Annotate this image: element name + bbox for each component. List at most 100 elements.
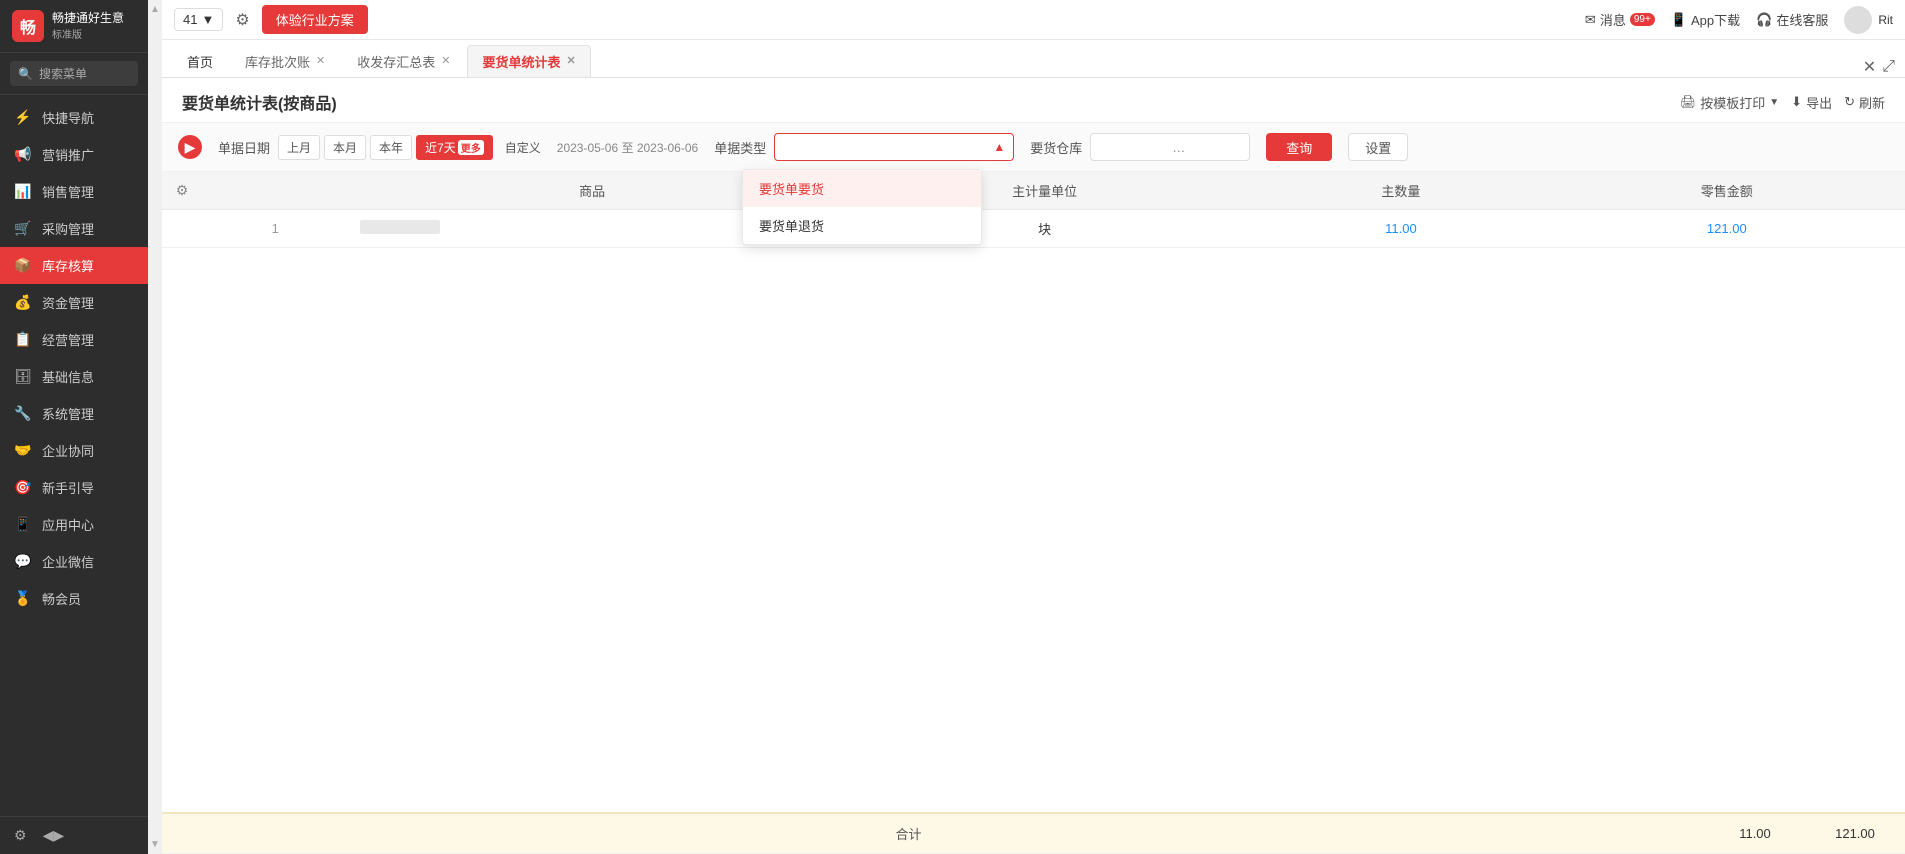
quantity-link[interactable]: 11.00: [1385, 221, 1417, 236]
sidebar-item-guide[interactable]: 🎯新手引导: [0, 469, 148, 506]
top-bar-left: 41 ▼ ⚙ 体验行业方案: [174, 5, 368, 34]
app-icon: 📱: [1671, 12, 1687, 28]
tab-home[interactable]: 首页: [172, 45, 228, 77]
table-settings-icon[interactable]: ⚙: [176, 182, 189, 198]
tab-close-shipment-summary[interactable]: ✕: [441, 56, 450, 67]
sidebar-scroll[interactable]: ▲ ▼: [148, 0, 162, 854]
total-label: 合计: [232, 814, 1585, 854]
nav-icon-finance: 💰: [14, 294, 32, 312]
nav-icon-enterprise: 🤝: [14, 442, 32, 460]
nav-label-purchase: 采购管理: [42, 219, 94, 238]
page-inner: 要货单统计表(按商品) 🖨 按模板打印 ▼ ⬇ 导出 ↻ 刷新: [162, 78, 1905, 854]
nav-icon-marketing: 📢: [14, 146, 32, 164]
sidebar-item-finance[interactable]: 💰资金管理: [0, 284, 148, 321]
top-bar: 41 ▼ ⚙ 体验行业方案 ✉ 消息 99+ 📱 App下载 🎧 在线客服 R: [162, 0, 1905, 40]
type-select-input[interactable]: [783, 140, 993, 155]
set-btn[interactable]: 设置: [1348, 133, 1408, 161]
custom-date-btn[interactable]: 自定义: [497, 136, 549, 159]
tab-label-order-summary: 要货单统计表: [482, 52, 560, 71]
refresh-btn[interactable]: ↻ 刷新: [1844, 93, 1885, 112]
store-selector[interactable]: 41 ▼: [174, 8, 223, 31]
dropdown-item-order-return[interactable]: 要货单退货: [743, 207, 981, 244]
warehouse-more-icon[interactable]: …: [1172, 140, 1241, 155]
table-body: 1 块 11.00 121.00: [162, 210, 1905, 248]
type-select[interactable]: ▲: [774, 133, 1014, 161]
tab-order-summary[interactable]: 要货单统计表 ✕: [467, 45, 590, 77]
data-table: ⚙ 商品 主计量单位 主数量 零售金额 1 块 11.00: [162, 172, 1905, 248]
nav-icon-inventory: 📦: [14, 257, 32, 275]
last-month-btn[interactable]: 上月: [278, 135, 320, 160]
sidebar-item-appstore[interactable]: 📱应用中心: [0, 506, 148, 543]
settings-icon[interactable]: ⚙: [14, 827, 27, 844]
sidebar-item-operation[interactable]: 📋经营管理: [0, 321, 148, 358]
sidebar-item-purchase[interactable]: 🛒采购管理: [0, 210, 148, 247]
print-template-btn[interactable]: 🖨 按模板打印 ▼: [1680, 93, 1779, 112]
trial-btn[interactable]: 体验行业方案: [262, 5, 368, 34]
nav-icon-operation: 📋: [14, 331, 32, 349]
nav-icon-system: 🔧: [14, 405, 32, 423]
sidebar-item-quick-nav[interactable]: ⚡快捷导航: [0, 99, 148, 136]
row-quantity: 11.00: [1253, 210, 1548, 248]
total-amount: 121.00: [1805, 814, 1905, 854]
tab-inventory-batch[interactable]: 库存批次账✕: [230, 45, 340, 77]
sidebar-item-sales[interactable]: 📊 销售管理: [0, 173, 148, 210]
sidebar-item-membership[interactable]: 🏅畅会员: [0, 580, 148, 617]
sidebar-item-wechat[interactable]: 💬企业微信: [0, 543, 148, 580]
date-range-text: 2023-05-06 至 2023-06-06: [557, 139, 698, 156]
total-empty-1: [162, 814, 192, 854]
tab-label-home: 首页: [187, 52, 213, 71]
recent-7-btn[interactable]: 近7天 更多: [416, 135, 493, 160]
user-info[interactable]: Rit: [1844, 6, 1893, 34]
sidebar-item-marketing[interactable]: 📢营销推广: [0, 136, 148, 173]
type-filter-group: 单据类型 ▲: [714, 133, 1014, 161]
store-selector-chevron: ▼: [201, 12, 214, 27]
nav-label-inventory: 库存核算: [42, 256, 94, 275]
warehouse-select[interactable]: …: [1090, 133, 1250, 161]
nav-label-sales: 销售管理: [42, 182, 94, 201]
topbar-settings-icon[interactable]: ⚙: [231, 6, 253, 34]
service-icon: 🎧: [1756, 12, 1772, 28]
nav-icon-appstore: 📱: [14, 516, 32, 534]
amount-link[interactable]: 121.00: [1707, 221, 1747, 236]
tab-bar-right: ✕ ⤢: [1863, 57, 1895, 77]
this-year-btn[interactable]: 本年: [370, 135, 412, 160]
app-download-btn[interactable]: 📱 App下载: [1671, 10, 1740, 29]
expand-tabs-btn[interactable]: ⤢: [1882, 58, 1895, 76]
collapse-icon[interactable]: ◀▶: [43, 827, 65, 844]
type-filter-label: 单据类型: [714, 138, 766, 157]
table-rownum-header: [202, 172, 348, 210]
tab-close-inventory-batch[interactable]: ✕: [316, 56, 325, 67]
tab-bar: 首页库存批次账✕收发存汇总表✕ 要货单统计表 ✕ ✕ ⤢: [162, 40, 1905, 78]
product-placeholder: [360, 220, 440, 234]
nav-label-wechat: 企业微信: [42, 552, 94, 571]
tab-shipment-summary[interactable]: 收发存汇总表✕: [342, 45, 465, 77]
table-settings-header[interactable]: ⚙: [162, 172, 202, 210]
export-btn[interactable]: ⬇ 导出: [1791, 93, 1832, 112]
sidebar-item-basic[interactable]: 🗄基础信息: [0, 358, 148, 395]
date-filter-group: 单据日期 上月 本月 本年 近7天 更多 自定义 2023-05-06 至 20…: [218, 135, 698, 160]
avatar: [1844, 6, 1872, 34]
tab-close-order-summary[interactable]: ✕: [567, 56, 576, 67]
recent-badge: 更多: [458, 140, 484, 155]
online-service-btn[interactable]: 🎧 在线客服: [1756, 10, 1828, 29]
search-menu-btn[interactable]: 🔍 搜索菜单: [10, 61, 138, 86]
nav-icon-sales: 📊: [14, 183, 32, 201]
store-num: 41: [183, 12, 197, 27]
messages-btn[interactable]: ✉ 消息 99+: [1585, 10, 1655, 29]
filter-toggle-btn[interactable]: ▶: [178, 135, 202, 159]
sidebar-item-system[interactable]: 🔧系统管理: [0, 395, 148, 432]
brand-text: 畅捷通好生意 标准版: [52, 11, 124, 42]
sidebar-item-enterprise[interactable]: 🤝企业协同: [0, 432, 148, 469]
sidebar-footer: ⚙ ◀▶: [0, 816, 148, 854]
sidebar-item-inventory[interactable]: 📦 库存核算: [0, 247, 148, 284]
this-month-btn[interactable]: 本月: [324, 135, 366, 160]
total-table: 合计 11.00 121.00: [162, 814, 1905, 854]
table-footer: 合计 11.00 121.00: [162, 812, 1905, 854]
refresh-icon: ↻: [1844, 94, 1855, 110]
nav-icon-basic: 🗄: [14, 368, 32, 386]
type-chevron-up-icon[interactable]: ▲: [993, 140, 1005, 154]
dropdown-item-order-goods[interactable]: 要货单要货: [743, 170, 981, 207]
query-btn[interactable]: 查询: [1266, 133, 1332, 161]
close-all-tabs-btn[interactable]: ✕: [1863, 57, 1876, 77]
total-empty-unit: [1585, 814, 1705, 854]
